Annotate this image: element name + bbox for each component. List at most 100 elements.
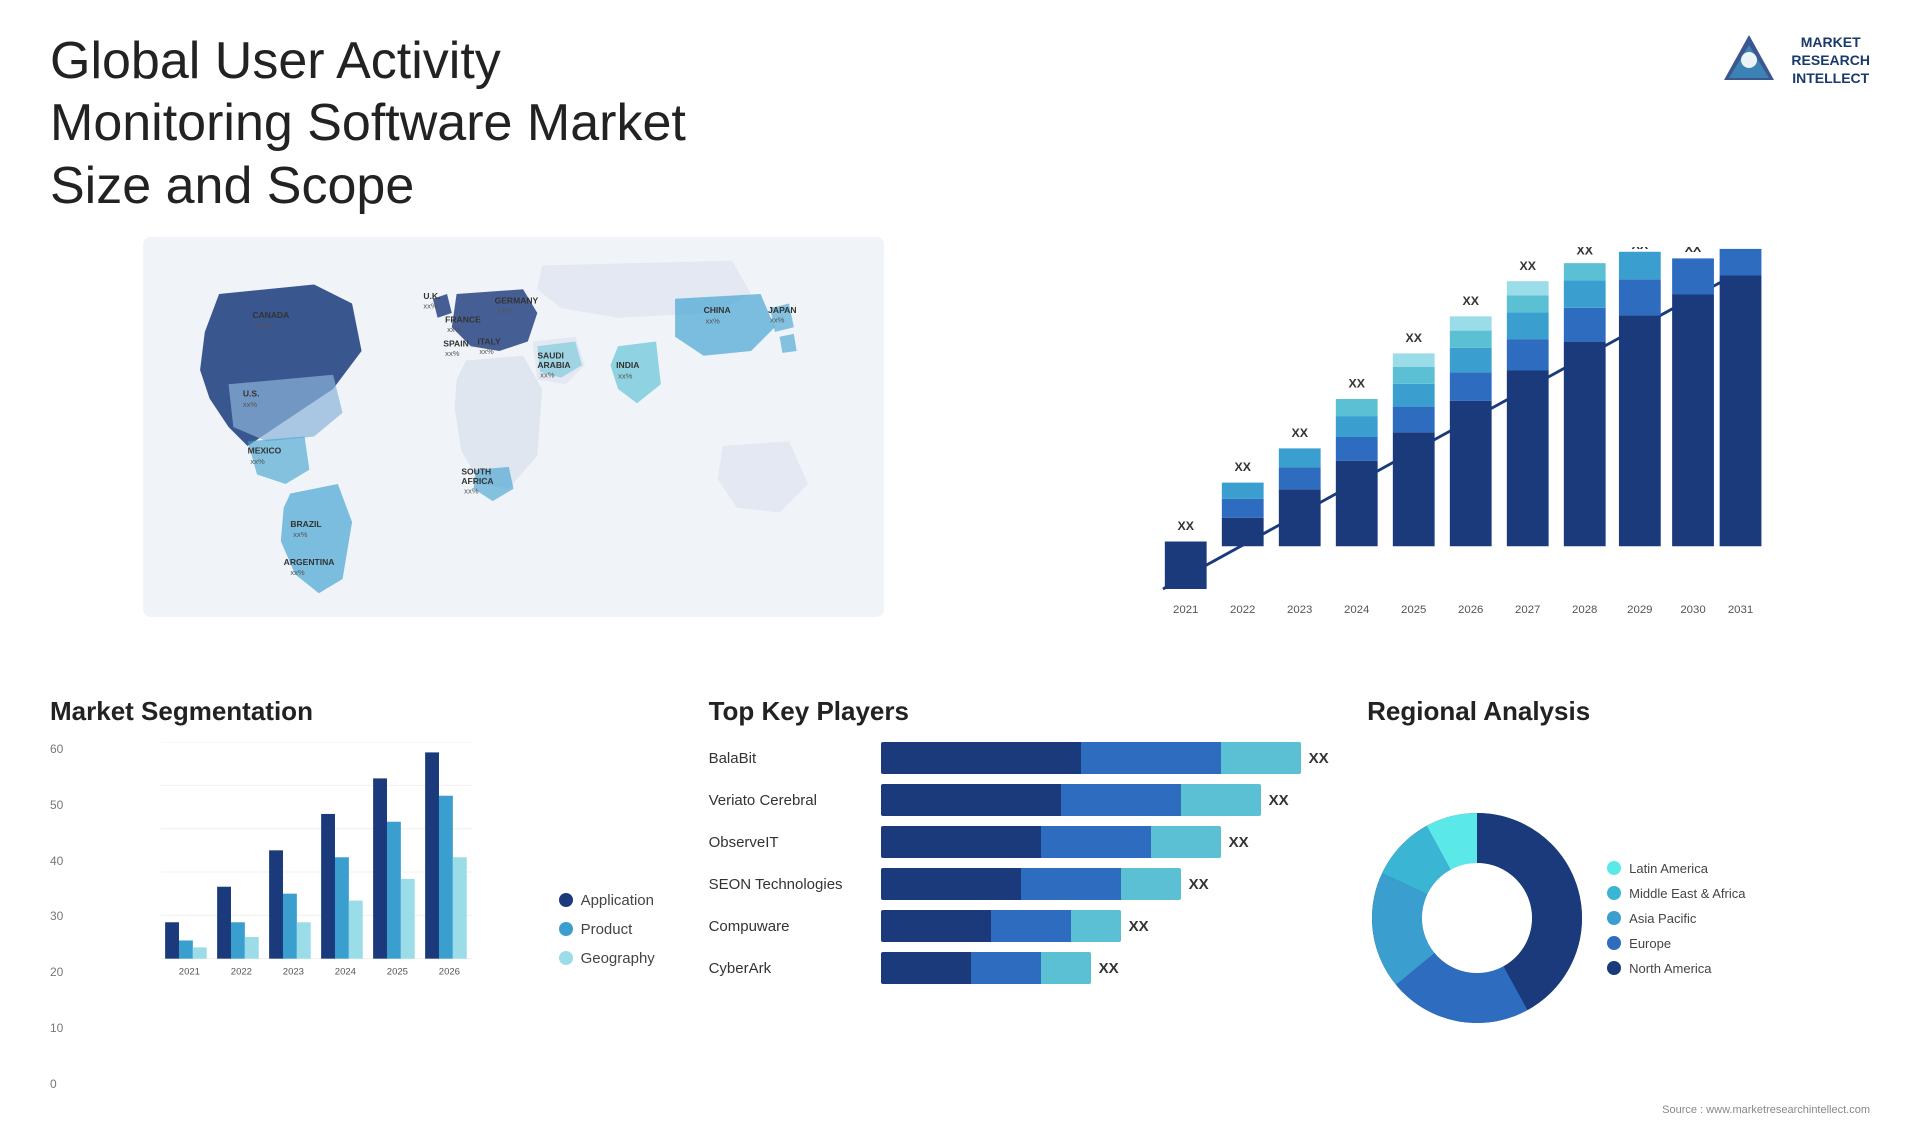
svg-text:SAUDI: SAUDI [537,351,564,361]
player-row-balabit: BalaBit XX [709,742,1338,774]
svg-text:xx%: xx% [250,457,265,466]
svg-text:JAPAN: JAPAN [768,305,796,315]
svg-text:ARABIA: ARABIA [537,360,570,370]
player-bar-veriato-bar [881,784,1261,816]
svg-text:XX: XX [1292,426,1309,440]
seg-bars-area: 2021 2022 2023 [95,742,539,1116]
reg-label-middle-east: Middle East & Africa [1629,886,1745,901]
player-row-veriato: Veriato Cerebral XX [709,784,1338,816]
svg-text:ITALY: ITALY [477,337,501,347]
player-value-compuware: XX [1129,918,1149,935]
svg-text:xx%: xx% [290,568,305,577]
svg-text:XX: XX [1732,247,1749,250]
svg-text:2022: 2022 [231,966,252,977]
svg-text:2026: 2026 [1458,604,1483,616]
legend-label-geography: Geography [581,950,655,967]
reg-dot-middle-east [1607,886,1621,900]
players-title: Top Key Players [709,696,1338,727]
regional-container: Regional Analysis [1367,696,1870,1116]
regional-title: Regional Analysis [1367,696,1870,727]
player-name-veriato: Veriato Cerebral [709,792,869,809]
player-value-balabit: XX [1309,750,1329,767]
svg-text:2029: 2029 [1627,604,1652,616]
legend-item-geography: Geography [559,950,679,967]
player-bar-compuware: XX [881,910,1338,942]
player-name-observeit: ObserveIT [709,834,869,851]
svg-text:xx%: xx% [447,325,462,334]
reg-dot-asia-pacific [1607,911,1621,925]
svg-text:FRANCE: FRANCE [445,315,481,325]
svg-text:2031: 2031 [1728,604,1753,616]
legend-dot-product [559,922,573,936]
svg-text:2023: 2023 [283,966,304,977]
reg-label-latin-america: Latin America [1629,861,1708,876]
header: Global User Activity Monitoring Software… [50,30,1870,217]
seg-legend: Application Product Geography [559,742,679,1116]
player-value-veriato: XX [1269,792,1289,809]
player-row-cyberark: CyberArk XX [709,952,1338,984]
svg-text:2023: 2023 [1287,604,1312,616]
segmentation-container: Market Segmentation 60 50 40 30 20 10 0 [50,696,679,1116]
player-value-seon: XX [1189,876,1209,893]
svg-text:XX: XX [1685,247,1702,255]
player-name-seon: SEON Technologies [709,876,869,893]
player-bar-seon: XX [881,868,1338,900]
legend-item-product: Product [559,921,679,938]
legend-label-product: Product [581,921,633,938]
reg-legend-asia-pacific: Asia Pacific [1607,911,1745,926]
svg-text:xx%: xx% [497,306,512,315]
svg-text:GERMANY: GERMANY [495,296,539,306]
seg-chart-svg: 2021 2022 2023 [95,742,539,1002]
logo-area: MARKET RESEARCH INTELLECT [1719,30,1870,90]
top-section: CANADA xx% U.S. xx% MEXICO xx% BRAZIL xx… [50,237,1870,676]
reg-dot-europe [1607,936,1621,950]
player-name-compuware: Compuware [709,918,869,935]
svg-text:xx%: xx% [540,371,555,380]
svg-text:xx%: xx% [423,301,438,310]
svg-text:xx%: xx% [618,372,633,381]
player-row-seon: SEON Technologies XX [709,868,1338,900]
svg-text:CHINA: CHINA [704,305,731,315]
svg-text:MEXICO: MEXICO [248,446,282,456]
player-bar-cyberark-bar [881,952,1091,984]
svg-text:xx%: xx% [770,316,785,325]
svg-text:2021: 2021 [1173,604,1198,616]
player-bar-observeit: XX [881,826,1338,858]
svg-text:2021: 2021 [179,966,200,977]
svg-text:ARGENTINA: ARGENTINA [284,557,335,567]
svg-text:xx%: xx% [257,321,272,330]
svg-text:2027: 2027 [1515,604,1540,616]
player-row-observeit: ObserveIT XX [709,826,1338,858]
player-bar-veriato: XX [881,784,1338,816]
svg-text:INDIA: INDIA [616,360,639,370]
logo-text: MARKET RESEARCH INTELLECT [1791,33,1870,88]
svg-text:AFRICA: AFRICA [461,476,493,486]
svg-text:XX: XX [1632,247,1649,252]
player-bar-balabit-bar [881,742,1301,774]
reg-label-europe: Europe [1629,936,1671,951]
player-bar-observeit-bar [881,826,1221,858]
reg-dot-north-america [1607,961,1621,975]
svg-text:2025: 2025 [387,966,408,977]
svg-text:XX: XX [1520,259,1537,273]
svg-text:2028: 2028 [1572,604,1597,616]
svg-text:2022: 2022 [1230,604,1255,616]
svg-text:XX: XX [1577,247,1594,258]
svg-text:2024: 2024 [1344,604,1369,616]
legend-label-application: Application [581,892,654,909]
donut-chart [1367,808,1587,1028]
reg-label-north-america: North America [1629,961,1711,976]
player-name-balabit: BalaBit [709,750,869,767]
players-container: Top Key Players BalaBit XX Veriato Cere [709,696,1338,1116]
player-name-cyberark: CyberArk [709,960,869,977]
svg-text:xx%: xx% [705,317,720,326]
reg-legend-north-america: North America [1607,961,1745,976]
world-map-container: CANADA xx% U.S. xx% MEXICO xx% BRAZIL xx… [50,237,977,676]
player-bar-cyberark: XX [881,952,1338,984]
svg-text:XX: XX [1406,331,1423,345]
svg-text:SOUTH: SOUTH [461,467,491,477]
svg-text:XX: XX [1349,377,1366,391]
legend-dot-geography [559,951,573,965]
svg-text:U.K.: U.K. [423,291,440,301]
player-bar-seon-bar [881,868,1181,900]
